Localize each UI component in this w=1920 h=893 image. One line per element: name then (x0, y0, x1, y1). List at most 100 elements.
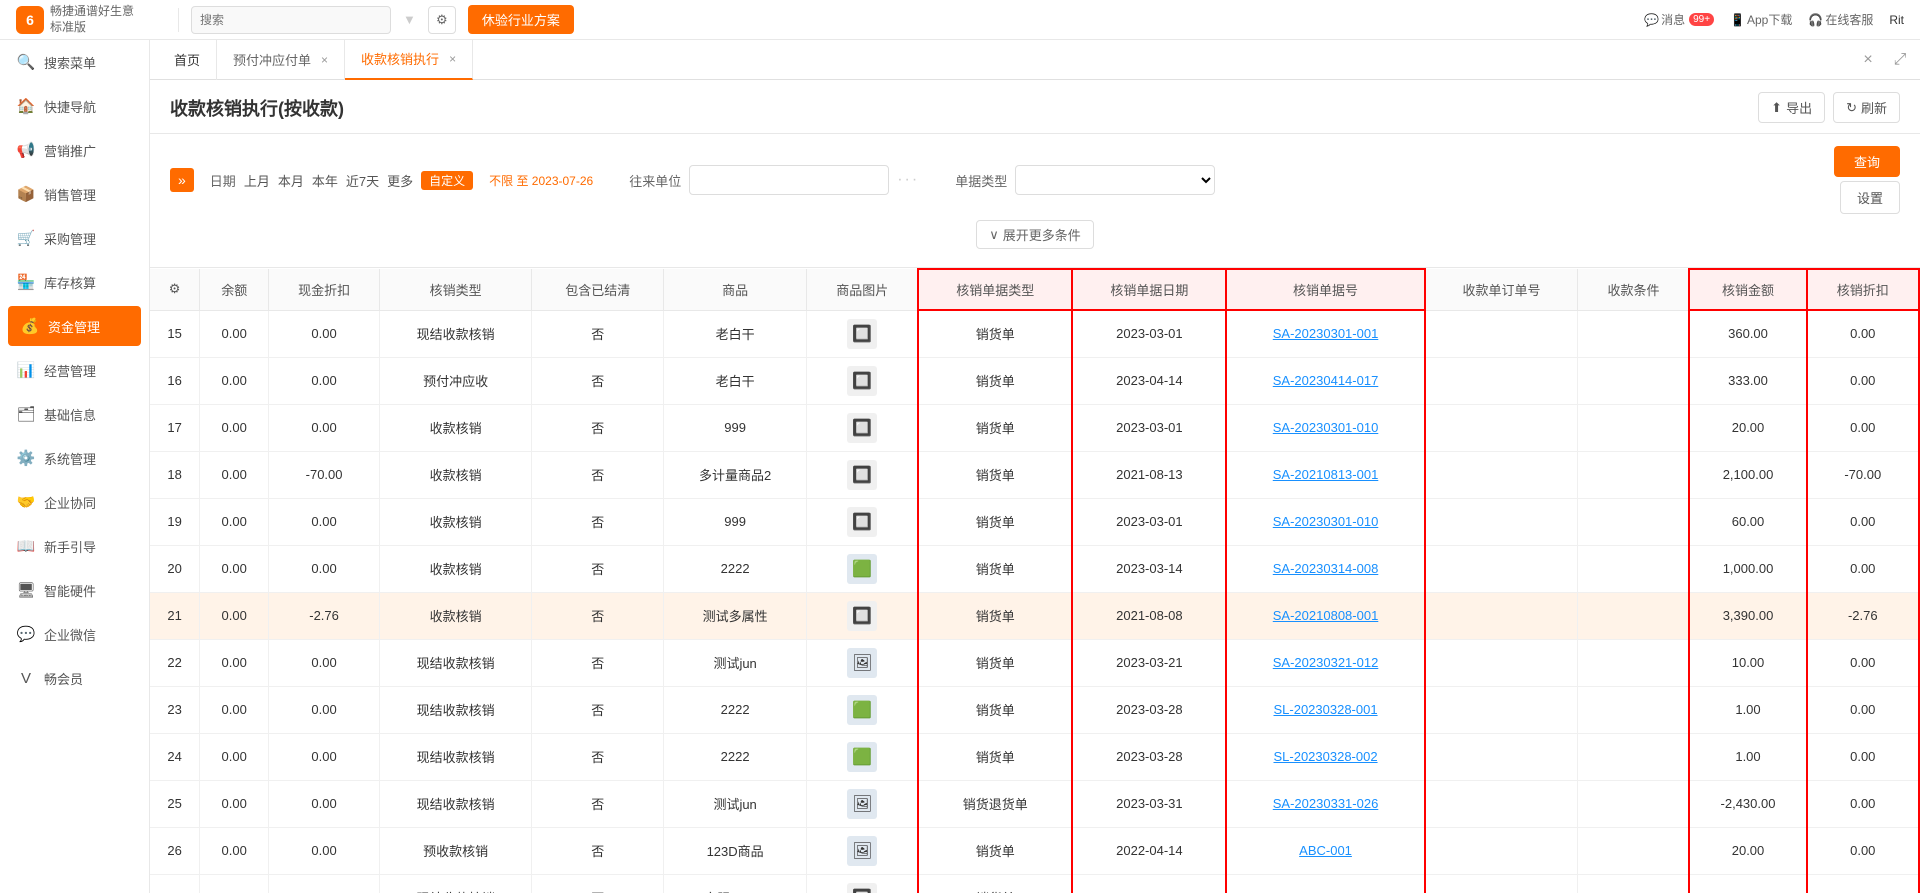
cell-settled: 否 (532, 498, 664, 545)
sidebar-item-inventory[interactable]: 🏪 库存核算 (0, 260, 149, 304)
expand-btn[interactable]: ∨ 展开更多条件 (976, 220, 1094, 249)
sidebar-item-vip[interactable]: V 畅会员 (0, 656, 149, 700)
content-area: 首页 预付冲应付单 × 收款核销执行 × × ⤢ 收款核销执行(按收款) (150, 40, 1920, 893)
page-content: 收款核销执行(按收款) ⬆ 导出 ↻ 刷新 » 日 (150, 80, 1920, 893)
doc-no-link[interactable]: SA-20230331-026 (1273, 796, 1379, 811)
app-download-btn[interactable]: 📱 App下载 (1730, 11, 1792, 28)
table-row: 21 0.00 -2.76 收款核销 否 测试多属性 🔲 销货单 2021-08… (150, 592, 1919, 639)
cell-cash-discount: 0.00 (269, 827, 380, 874)
date-last-month[interactable]: 上月 (244, 171, 270, 190)
cell-doc-type: 销货单 (918, 451, 1072, 498)
sidebar-item-corp[interactable]: 🤝 企业协同 (0, 480, 149, 524)
sidebar-item-purchase[interactable]: 🛒 采购管理 (0, 216, 149, 260)
system-icon: ⚙️ (16, 448, 36, 468)
cell-id: 26 (150, 827, 200, 874)
basic-icon: 🗂 (16, 404, 36, 424)
cell-amount: 20.00 (1689, 827, 1806, 874)
export-btn[interactable]: ⬆ 导出 (1758, 92, 1825, 123)
cell-product: 测试jun (664, 639, 807, 686)
cell-condition (1578, 545, 1690, 592)
cell-doc-no: SA-20210808-001 (1226, 592, 1424, 639)
query-btn[interactable]: 查询 (1834, 146, 1900, 177)
cell-product-img: 🔲 (807, 451, 919, 498)
close-window-btn[interactable]: × (1856, 48, 1880, 72)
col-settled: 包含已结清 (532, 269, 664, 310)
doc-no-link[interactable]: SL-20230328-001 (1273, 702, 1377, 717)
table-row: 23 0.00 0.00 现结收款核销 否 2222 🟩 销货单 2023-03… (150, 686, 1919, 733)
cell-doc-no: SA-20230331-026 (1226, 780, 1424, 827)
refresh-btn[interactable]: ↻ 刷新 (1833, 92, 1900, 123)
doc-no-link[interactable]: SA-20210808-001 (1273, 608, 1379, 623)
date-this-year[interactable]: 本年 (312, 171, 338, 190)
cell-doc-no: ABC-001 (1226, 827, 1424, 874)
tab-prepay-close[interactable]: × (321, 53, 328, 67)
col-amount: 核销金额 (1689, 269, 1806, 310)
voucher-type-label: 单据类型 (955, 171, 1007, 190)
cell-product-img: 🟩 (807, 686, 919, 733)
cell-balance: 0.00 (200, 686, 269, 733)
cell-product-img: 🖼 (807, 639, 919, 686)
doc-no-link[interactable]: SA-20230301-001 (1273, 326, 1379, 341)
voucher-type-select[interactable] (1015, 165, 1215, 195)
cell-order-no (1425, 404, 1578, 451)
message-btn[interactable]: 💬 消息 99+ (1644, 11, 1714, 28)
cell-product: 多计量商品2 (664, 451, 807, 498)
date-7days[interactable]: 近7天 (346, 171, 379, 190)
doc-no-link[interactable]: ABC-001 (1299, 843, 1352, 858)
doc-no-link[interactable]: SL-20230328-002 (1273, 749, 1377, 764)
sidebar-item-marketing[interactable]: 📢 营销推广 (0, 128, 149, 172)
counterpart-label: 往来单位 (629, 171, 681, 190)
cell-doc-type: 销货单 (918, 686, 1072, 733)
tab-home[interactable]: 首页 (158, 40, 217, 80)
doc-no-link[interactable]: SA-20230321-012 (1273, 655, 1379, 670)
sidebar-item-search[interactable]: 🔍 搜索菜单 (0, 40, 149, 84)
tab-bar: 首页 预付冲应付单 × 收款核销执行 × × ⤢ (150, 40, 1920, 80)
expand-window-btn[interactable]: ⤢ (1888, 48, 1912, 72)
sidebar-item-wechat[interactable]: 💬 企业微信 (0, 612, 149, 656)
cell-settled: 否 (532, 357, 664, 404)
counterpart-input[interactable] (689, 165, 889, 195)
doc-no-link[interactable]: SA-20230314-008 (1273, 561, 1379, 576)
sidebar-item-quicknav[interactable]: 🏠 快捷导航 (0, 84, 149, 128)
message-badge: 99+ (1689, 13, 1714, 26)
cell-doc-type: 销货单 (918, 592, 1072, 639)
doc-no-link[interactable]: SA-20210813-001 (1273, 467, 1379, 482)
sidebar-item-basic[interactable]: 🗂 基础信息 (0, 392, 149, 436)
user-label[interactable]: Rit (1889, 13, 1904, 27)
sidebar-item-finance[interactable]: 💰 资金管理 (8, 306, 141, 346)
cell-doc-date: 2023-03-01 (1072, 404, 1226, 451)
date-this-month[interactable]: 本月 (278, 171, 304, 190)
sidebar-item-hardware[interactable]: 🖥 智能硬件 (0, 568, 149, 612)
page-header-actions: ⬆ 导出 ↻ 刷新 (1758, 92, 1900, 123)
doc-no-link[interactable]: SA-20230301-010 (1273, 420, 1379, 435)
cell-settled: 否 (532, 545, 664, 592)
product-image: 🟩 (847, 554, 877, 584)
date-hint: 不限 至 2023-07-26 (489, 172, 593, 189)
industry-btn[interactable]: 休验行业方案 (468, 5, 574, 34)
online-service-btn[interactable]: 🎧 在线客服 (1808, 11, 1873, 28)
sidebar-item-operation[interactable]: 📊 经营管理 (0, 348, 149, 392)
cell-settled: 否 (532, 686, 664, 733)
tab-collections[interactable]: 收款核销执行 × (345, 40, 473, 80)
cell-product: 2222 (664, 545, 807, 592)
date-more[interactable]: 更多 (387, 171, 413, 190)
doc-no-link[interactable]: SA-20230414-017 (1273, 373, 1379, 388)
cell-amount: 60.00 (1689, 498, 1806, 545)
date-custom[interactable]: 自定义 (421, 171, 473, 190)
search-input[interactable] (191, 6, 391, 34)
collapse-filter-btn[interactable]: » (170, 168, 194, 192)
settings-btn[interactable]: 设置 (1840, 181, 1900, 214)
cell-id: 25 (150, 780, 200, 827)
sidebar-item-sales[interactable]: 📦 销售管理 (0, 172, 149, 216)
sidebar-item-system[interactable]: ⚙️ 系统管理 (0, 436, 149, 480)
sidebar-item-guide[interactable]: 📖 新手引导 (0, 524, 149, 568)
table-row: 20 0.00 0.00 收款核销 否 2222 🟩 销货单 2023-03-1… (150, 545, 1919, 592)
tab-collections-close[interactable]: × (449, 52, 456, 66)
table-row: 17 0.00 0.00 收款核销 否 999 🔲 销货单 2023-03-01… (150, 404, 1919, 451)
tab-prepay[interactable]: 预付冲应付单 × (217, 40, 345, 80)
cell-discount: -2.76 (1807, 592, 1919, 639)
settings-icon[interactable]: ⚙ (428, 6, 456, 34)
doc-no-link[interactable]: SA-20230301-010 (1273, 514, 1379, 529)
col-settings[interactable]: ⚙ (150, 269, 200, 310)
cell-doc-date: 2023-03-31 (1072, 780, 1226, 827)
